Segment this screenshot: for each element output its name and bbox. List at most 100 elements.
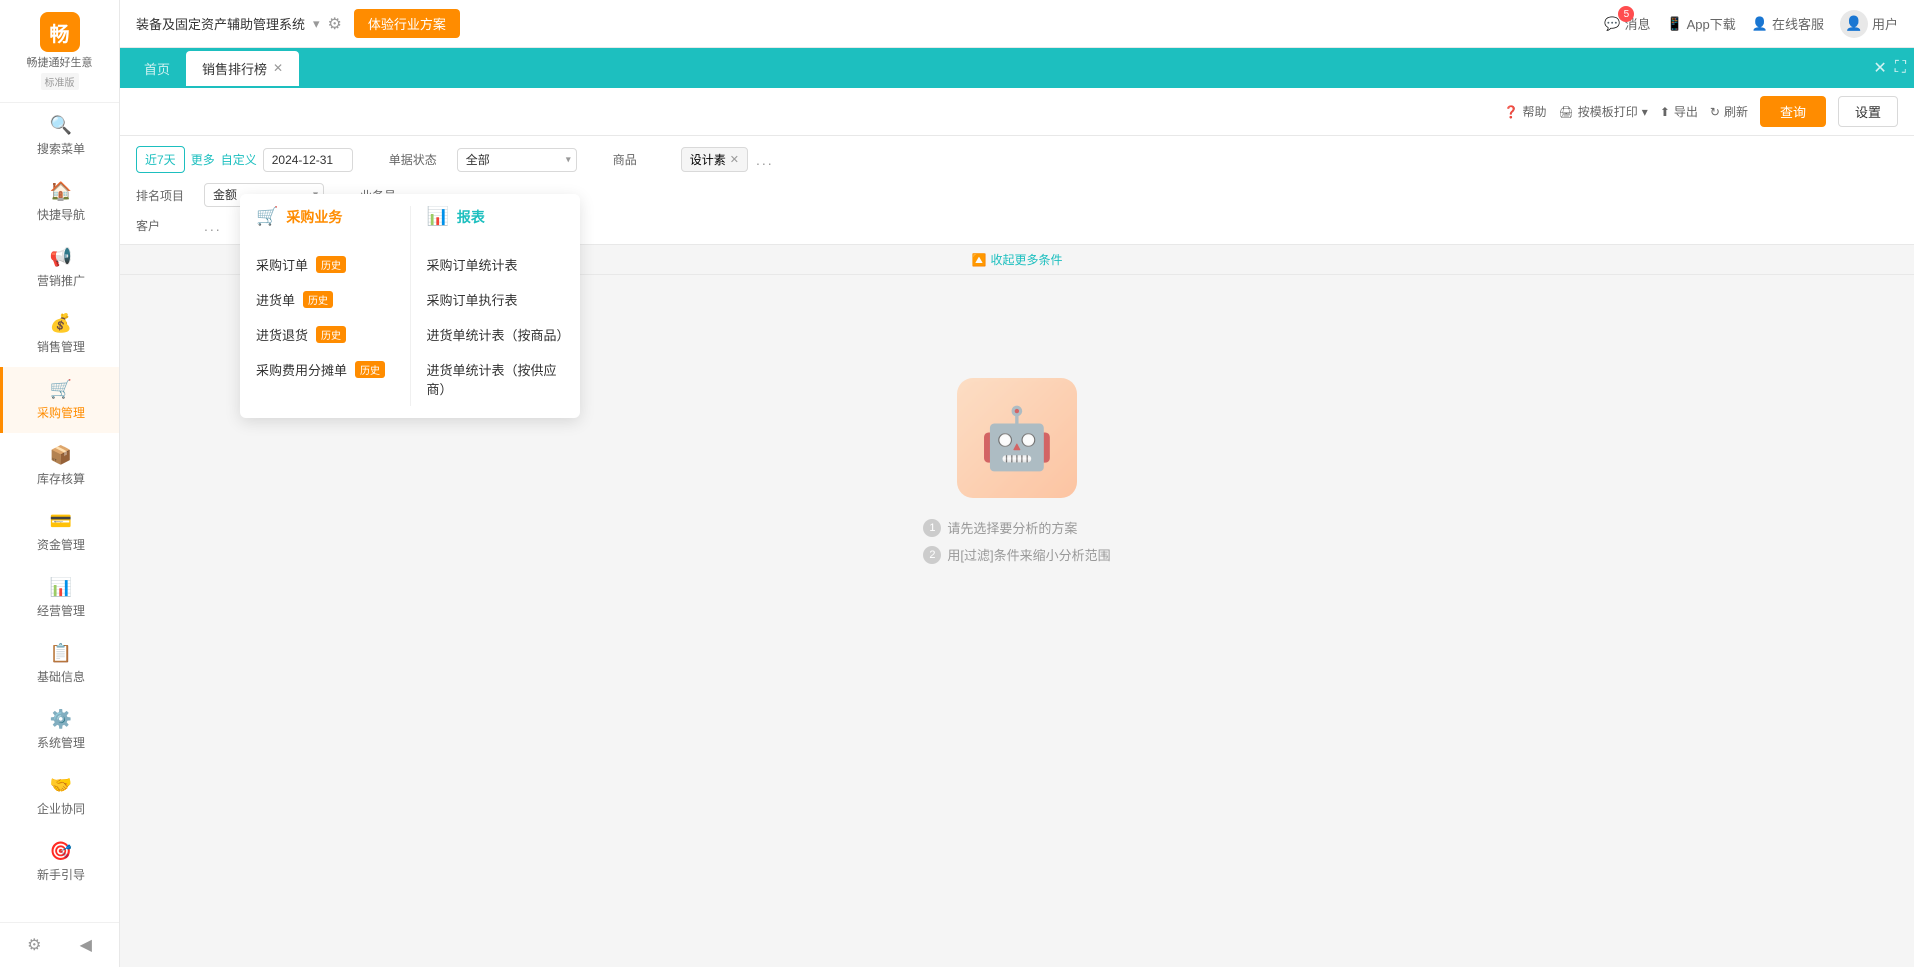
sidebar-item-finance[interactable]: 💳 资金管理 xyxy=(0,499,119,565)
hint-num-2: 2 xyxy=(923,546,941,564)
goods-filter: 商品 设计素 ✕ ... xyxy=(613,147,774,172)
sidebar-item-inventory[interactable]: 📦 库存核算 xyxy=(0,433,119,499)
query-button[interactable]: 查询 xyxy=(1760,96,1826,127)
sidebar-settings-btn[interactable]: ⚙ xyxy=(27,935,41,955)
sidebar-item-newbie[interactable]: 🎯 新手引导 xyxy=(0,829,119,895)
tab-close-all-btn[interactable]: ✕ xyxy=(1873,58,1886,78)
date-filter: 近7天 更多 自定义 2024-12-31 xyxy=(136,146,353,173)
sidebar-item-marketing[interactable]: 📢 营销推广 xyxy=(0,235,119,301)
sidebar-item-operations[interactable]: 📊 经营管理 xyxy=(0,565,119,631)
online-service-label: 在线客服 xyxy=(1772,14,1824,33)
export-btn[interactable]: ⬆ 导出 xyxy=(1660,103,1698,120)
system-icon: ⚙️ xyxy=(50,709,72,730)
print-btn[interactable]: 🖨 按模板打印 ▾ xyxy=(1559,103,1648,120)
date-preset-7days[interactable]: 近7天 xyxy=(136,146,185,173)
message-btn[interactable]: 💬 消息 5 xyxy=(1604,14,1650,33)
header-settings-icon[interactable]: ⚙ xyxy=(328,14,342,34)
avatar: 👤 xyxy=(1840,10,1868,38)
app-download-btn[interactable]: 📱 App下载 xyxy=(1666,14,1735,33)
sidebar-collapse-btn[interactable]: ◀ xyxy=(80,935,92,955)
sidebar-item-label: 基础信息 xyxy=(37,668,85,685)
purchase-col-header: 🛒 采购业务 xyxy=(256,206,394,235)
app-download-label: App下载 xyxy=(1687,14,1736,33)
sidebar-item-label: 库存核算 xyxy=(37,470,85,487)
sidebar-item-system[interactable]: ⚙️ 系统管理 xyxy=(0,697,119,763)
date-more-btn[interactable]: 更多 xyxy=(191,151,215,168)
goods-more-btn[interactable]: ... xyxy=(756,152,774,168)
po-stats-label: 采购订单统计表 xyxy=(427,255,518,274)
tab-close-btn[interactable]: ✕ xyxy=(273,61,283,75)
history-badge-1: 历史 xyxy=(303,291,333,308)
sidebar-item-collab[interactable]: 🤝 企业协同 xyxy=(0,763,119,829)
app-logo[interactable]: 畅 畅捷通好生意 标准版 xyxy=(0,0,119,103)
tab-home[interactable]: 首页 xyxy=(128,51,186,86)
goods-tag-close[interactable]: ✕ xyxy=(730,153,739,166)
help-icon: ❓ xyxy=(1504,105,1519,119)
dropdown-item-inbound[interactable]: 进货单 历史 xyxy=(256,282,394,317)
dropdown-item-purchase-order[interactable]: 采购订单 历史 xyxy=(256,247,394,282)
doc-status-select[interactable]: 全部 xyxy=(457,148,577,172)
date-input[interactable]: 2024-12-31 xyxy=(263,148,353,172)
sidebar-item-label: 企业协同 xyxy=(37,800,85,817)
sidebar-item-purchase[interactable]: 🛒 采购管理 xyxy=(0,367,119,433)
sidebar-item-label: 营销推广 xyxy=(37,272,85,289)
online-service-btn[interactable]: 👤 在线客服 xyxy=(1752,14,1824,33)
help-btn[interactable]: ❓ 帮助 xyxy=(1504,103,1547,120)
dropdown-item-po-stats[interactable]: 采购订单统计表 xyxy=(427,247,565,282)
tab-right-actions: ✕ ⛶ xyxy=(1873,58,1906,78)
sidebar-item-quicknav[interactable]: 🏠 快捷导航 xyxy=(0,169,119,235)
tab-sales-ranking[interactable]: 销售排行榜 ✕ xyxy=(186,51,299,86)
phone-icon: 📱 xyxy=(1666,16,1682,32)
inventory-icon: 📦 xyxy=(50,445,72,466)
sidebar-item-label: 经营管理 xyxy=(37,602,85,619)
sidebar-item-basic[interactable]: 📋 基础信息 xyxy=(0,631,119,697)
system-name: 装备及固定资产辅助管理系统 xyxy=(136,14,305,33)
sidebar-nav: 🔍 搜索菜单 🏠 快捷导航 📢 营销推广 💰 销售管理 🛒 采购管理 📦 xyxy=(0,103,119,922)
empty-hint-1: 1 请先选择要分析的方案 xyxy=(923,518,1110,537)
sidebar-item-label: 销售管理 xyxy=(37,338,85,355)
tab-home-label: 首页 xyxy=(144,59,170,78)
purchase-icon: 🛒 xyxy=(50,379,72,400)
search-icon: 🔍 xyxy=(50,115,72,136)
history-badge-3: 历史 xyxy=(355,361,385,378)
system-dropdown-btn[interactable]: ▾ xyxy=(313,16,320,32)
tab-fullscreen-btn[interactable]: ⛶ xyxy=(1895,59,1906,77)
dropdown-item-purchase-expense[interactable]: 采购费用分摊单 历史 xyxy=(256,352,394,387)
industry-btn[interactable]: 体验行业方案 xyxy=(354,9,460,38)
dropdown-item-inbound-supplier-stats[interactable]: 进货单统计表（按供应商） xyxy=(427,352,565,406)
refresh-label: 刷新 xyxy=(1724,103,1748,120)
sidebar-item-label: 搜索菜单 xyxy=(37,140,85,157)
message-icon: 💬 xyxy=(1604,16,1620,32)
refresh-icon: ↻ xyxy=(1710,105,1720,119)
report-col-icon: 📊 xyxy=(427,206,449,227)
dropdown-item-po-exec[interactable]: 采购订单执行表 xyxy=(427,282,565,317)
ranking-label: 排名项目 xyxy=(136,187,196,204)
sidebar-item-label: 资金管理 xyxy=(37,536,85,553)
sidebar-item-label: 采购管理 xyxy=(37,404,85,421)
print-label: 按模板打印 xyxy=(1578,103,1638,120)
filter-row-1: 近7天 更多 自定义 2024-12-31 单据状态 全部 xyxy=(136,146,1898,173)
inbound-return-label: 进货退货 xyxy=(256,325,308,344)
dropdown-item-inbound-return[interactable]: 进货退货 历史 xyxy=(256,317,394,352)
top-header: 装备及固定资产辅助管理系统 ▾ ⚙ 体验行业方案 💬 消息 5 📱 App下载 … xyxy=(120,0,1914,48)
doc-status-select-wrap: 全部 xyxy=(457,148,577,172)
date-custom-btn[interactable]: 自定义 xyxy=(221,151,257,168)
dropdown-item-inbound-goods-stats[interactable]: 进货单统计表（按商品） xyxy=(427,317,565,352)
goods-tag: 设计素 ✕ xyxy=(681,147,748,172)
refresh-btn[interactable]: ↻ 刷新 xyxy=(1710,103,1748,120)
main-content: 装备及固定资产辅助管理系统 ▾ ⚙ 体验行业方案 💬 消息 5 📱 App下载 … xyxy=(120,0,1914,967)
user-btn[interactable]: 👤 用户 xyxy=(1840,10,1898,38)
collapse-btn[interactable]: 🔼 收起更多条件 xyxy=(972,251,1063,268)
po-exec-label: 采购订单执行表 xyxy=(427,290,518,309)
newbie-icon: 🎯 xyxy=(50,841,72,862)
inbound-supplier-stats-label: 进货单统计表（按供应商） xyxy=(427,360,565,398)
logo-icon: 畅 xyxy=(40,12,80,52)
sidebar-item-sales[interactable]: 💰 销售管理 xyxy=(0,301,119,367)
sidebar-footer: ⚙ ◀ xyxy=(0,922,119,967)
inbound-goods-stats-label: 进货单统计表（按商品） xyxy=(427,325,565,344)
settings-button[interactable]: 设置 xyxy=(1838,96,1898,127)
user-label: 用户 xyxy=(1872,14,1898,33)
sidebar-item-search[interactable]: 🔍 搜索菜单 xyxy=(0,103,119,169)
sales-icon: 💰 xyxy=(50,313,72,334)
customer-more-btn[interactable]: ... xyxy=(204,218,222,234)
